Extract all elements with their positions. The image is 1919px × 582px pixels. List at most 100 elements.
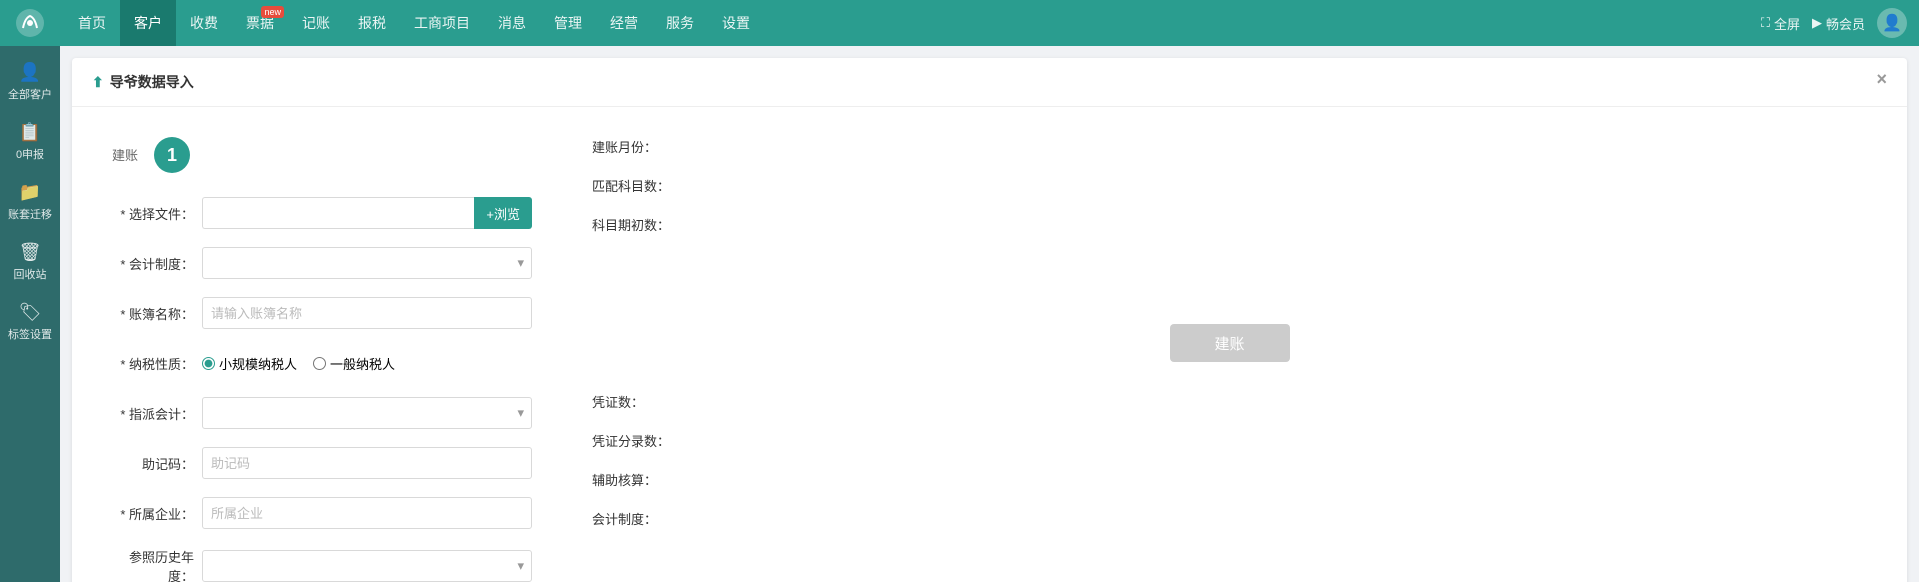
main-layout: 👤 全部客户 📋 0申报 📁 账套迁移 🗑 回收站 🏷 标签设置 ⬆ 导爷数据导… bbox=[0, 46, 1919, 582]
sidebar-item-tag-settings-label: 标签设置 bbox=[8, 326, 52, 342]
tax-option2-radio[interactable] bbox=[313, 357, 326, 370]
sidebar-item-recycle-label: 回收站 bbox=[14, 266, 47, 282]
build-button[interactable]: 建账 bbox=[1170, 324, 1290, 362]
sidebar-item-migrate-label: 账套迁移 bbox=[8, 206, 52, 222]
nav-invoice[interactable]: 票据 new bbox=[232, 0, 288, 46]
reference-year-select-wrapper bbox=[202, 550, 532, 582]
content-area: ⬆ 导爷数据导入 × 建账 1 * 选择文件： bbox=[60, 46, 1919, 582]
tag-settings-icon: 🏷 bbox=[19, 302, 42, 323]
step-circle: 1 bbox=[154, 137, 190, 173]
fullscreen-label: 全屏 bbox=[1774, 14, 1800, 33]
subject-initial-row: 科目期初数： bbox=[592, 215, 1867, 234]
month-row: 建账月份： bbox=[592, 137, 1867, 156]
form-area: 建账 1 * 选择文件： +浏览 * 会计制度： bbox=[72, 107, 1907, 582]
voucher-entries-row: 凭证分录数： bbox=[592, 431, 1867, 450]
nav-home[interactable]: 首页 bbox=[64, 0, 120, 46]
top-navbar: 首页 客户 收费 票据 new 记账 报税 工商项目 消息 管理 经营 服务 设… bbox=[0, 0, 1919, 46]
reference-year-row: 参照历史年度： bbox=[112, 547, 532, 582]
vouchers-row: 凭证数： bbox=[592, 392, 1867, 411]
ledger-name-row: * 账簿名称： bbox=[112, 297, 532, 329]
affiliated-company-label: * 所属企业： bbox=[112, 504, 202, 523]
recycle-icon: 🗑 bbox=[19, 242, 42, 263]
month-label: 建账月份： bbox=[592, 137, 682, 156]
tax-option1-item[interactable]: 小规模纳税人 bbox=[202, 354, 297, 373]
assigned-accountant-row: * 指派会计： bbox=[112, 397, 532, 429]
accounting-system-select-wrapper bbox=[202, 247, 532, 279]
memo-code-label: 助记码： bbox=[112, 454, 202, 473]
nav-tax[interactable]: 报税 bbox=[344, 0, 400, 46]
match-subjects-row: 匹配科目数： bbox=[592, 176, 1867, 195]
tax-nature-row: * 纳税性质： 小规模纳税人 一般纳税人 bbox=[112, 347, 532, 379]
nav-operation[interactable]: 经营 bbox=[596, 0, 652, 46]
sidebar-item-recycle[interactable]: 🗑 回收站 bbox=[4, 234, 56, 290]
tax-option2-label: 一般纳税人 bbox=[330, 354, 395, 373]
affiliated-company-row: * 所属企业： bbox=[112, 497, 532, 529]
assigned-accountant-select-wrapper bbox=[202, 397, 532, 429]
reference-year-label: 参照历史年度： bbox=[112, 547, 202, 582]
auxiliary-label: 辅助核算： bbox=[592, 470, 682, 489]
vip-icon: ▶ bbox=[1812, 15, 1822, 31]
all-customers-icon: 👤 bbox=[19, 62, 41, 83]
vip-label: 畅会员 bbox=[1826, 14, 1865, 33]
dialog-card: ⬆ 导爷数据导入 × 建账 1 * 选择文件： bbox=[72, 58, 1907, 582]
fullscreen-button[interactable]: ⛶ 全屏 bbox=[1761, 14, 1800, 33]
avatar[interactable]: 👤 bbox=[1877, 8, 1907, 38]
nav-customer[interactable]: 客户 bbox=[120, 0, 176, 46]
zero-report-icon: 📋 bbox=[19, 122, 41, 143]
tax-option1-radio[interactable] bbox=[202, 357, 215, 370]
sidebar: 👤 全部客户 📋 0申报 📁 账套迁移 🗑 回收站 🏷 标签设置 bbox=[0, 46, 60, 582]
nav-business[interactable]: 工商项目 bbox=[400, 0, 484, 46]
nav-management[interactable]: 管理 bbox=[540, 0, 596, 46]
nav-settings[interactable]: 设置 bbox=[708, 0, 764, 46]
nav-right-area: ⛶ 全屏 ▶ 畅会员 👤 bbox=[1761, 8, 1907, 38]
select-file-row: * 选择文件： +浏览 bbox=[112, 197, 532, 229]
file-input[interactable] bbox=[202, 197, 474, 229]
voucher-entries-label: 凭证分录数： bbox=[592, 431, 682, 450]
nav-fee[interactable]: 收费 bbox=[176, 0, 232, 46]
nav-service[interactable]: 服务 bbox=[652, 0, 708, 46]
accounting-system-select[interactable] bbox=[202, 247, 532, 279]
tax-nature-radio-group: 小规模纳税人 一般纳税人 bbox=[202, 347, 532, 379]
app-logo bbox=[12, 5, 48, 41]
match-subjects-label: 匹配科目数： bbox=[592, 176, 682, 195]
browse-button[interactable]: +浏览 bbox=[474, 197, 532, 229]
assigned-accountant-label: * 指派会计： bbox=[112, 404, 202, 423]
nav-accounting[interactable]: 记账 bbox=[288, 0, 344, 46]
reference-year-select[interactable] bbox=[202, 550, 532, 582]
memo-code-row: 助记码： bbox=[112, 447, 532, 479]
nav-menu: 首页 客户 收费 票据 new 记账 报税 工商项目 消息 管理 经营 服务 设… bbox=[64, 0, 1761, 46]
dialog-header: ⬆ 导爷数据导入 × bbox=[72, 58, 1907, 107]
sidebar-item-zero-report[interactable]: 📋 0申报 bbox=[4, 114, 56, 170]
migrate-icon: 📁 bbox=[19, 182, 41, 203]
sidebar-item-all-customers[interactable]: 👤 全部客户 bbox=[4, 54, 56, 110]
tax-option2-item[interactable]: 一般纳税人 bbox=[313, 354, 395, 373]
subject-initial-label: 科目期初数： bbox=[592, 215, 682, 234]
vouchers-label: 凭证数： bbox=[592, 392, 682, 411]
import-icon: ⬆ bbox=[92, 74, 104, 91]
affiliated-company-input[interactable] bbox=[202, 497, 532, 529]
tax-option1-label: 小规模纳税人 bbox=[219, 354, 297, 373]
nav-message[interactable]: 消息 bbox=[484, 0, 540, 46]
ledger-name-input[interactable] bbox=[202, 297, 532, 329]
form-right: 建账月份： 匹配科目数： 科目期初数： 建账 bbox=[592, 137, 1867, 582]
right-accounting-system-row: 会计制度： bbox=[592, 509, 1867, 528]
sidebar-item-zero-report-label: 0申报 bbox=[16, 146, 44, 162]
accounting-system-row: * 会计制度： bbox=[112, 247, 532, 279]
step-section: 建账 1 bbox=[112, 137, 532, 173]
step-label: 建账 bbox=[112, 137, 138, 164]
assigned-accountant-select[interactable] bbox=[202, 397, 532, 429]
ledger-name-label: * 账簿名称： bbox=[112, 304, 202, 323]
close-button[interactable]: × bbox=[1876, 70, 1887, 88]
file-input-wrapper: +浏览 bbox=[202, 197, 532, 229]
accounting-system-label: * 会计制度： bbox=[112, 254, 202, 273]
sidebar-item-tag-settings[interactable]: 🏷 标签设置 bbox=[4, 294, 56, 350]
vip-button[interactable]: ▶ 畅会员 bbox=[1812, 14, 1865, 33]
auxiliary-row: 辅助核算： bbox=[592, 470, 1867, 489]
avatar-icon: 👤 bbox=[1882, 13, 1902, 33]
fullscreen-icon: ⛶ bbox=[1761, 15, 1770, 31]
right-accounting-system-label: 会计制度： bbox=[592, 509, 682, 528]
memo-code-input[interactable] bbox=[202, 447, 532, 479]
sidebar-item-migrate[interactable]: 📁 账套迁移 bbox=[4, 174, 56, 230]
new-badge: new bbox=[261, 6, 284, 18]
form-left: 建账 1 * 选择文件： +浏览 * 会计制度： bbox=[112, 137, 532, 582]
